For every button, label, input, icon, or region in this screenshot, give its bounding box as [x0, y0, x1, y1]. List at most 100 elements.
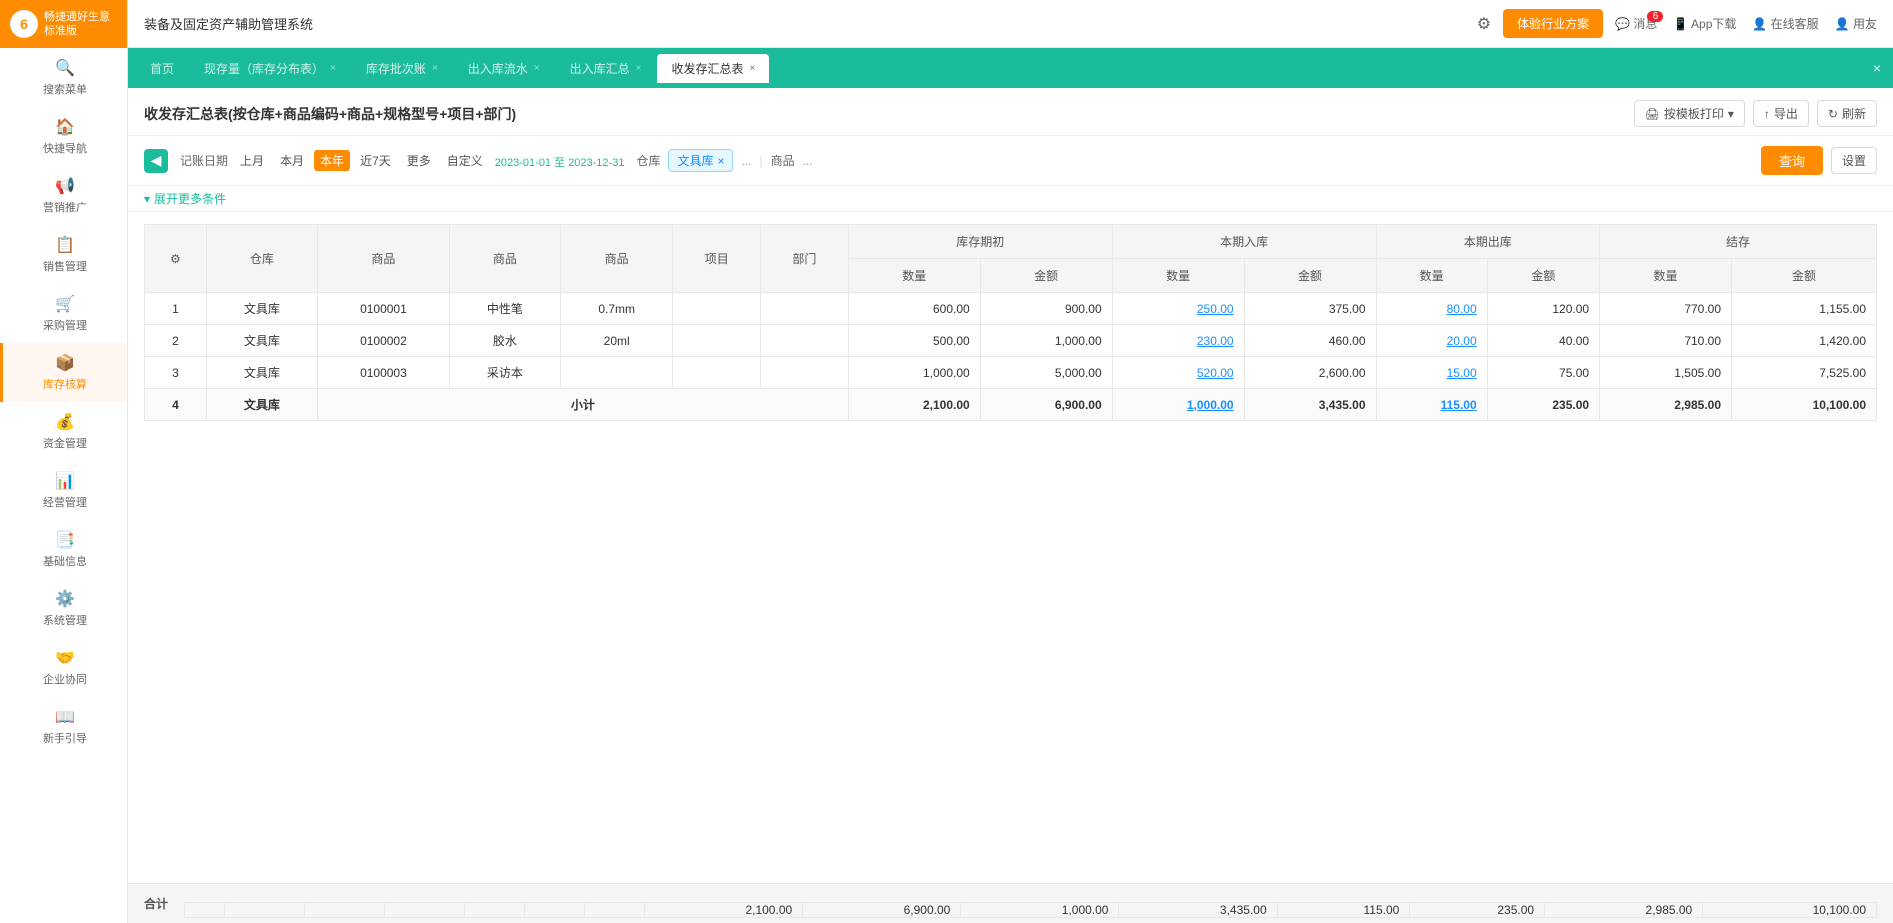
sidebar-item-operations[interactable]: 📊 经营管理 — [0, 461, 127, 520]
total-out-amt: 235.00 — [1410, 902, 1545, 917]
sidebar-label-inventory: 库存核算 — [43, 376, 87, 392]
sidebar-item-guide[interactable]: 📖 新手引导 — [0, 697, 127, 756]
date-btn-近7天[interactable]: 近7天 — [354, 150, 397, 171]
user-menu[interactable]: 👤 用友 — [1835, 15, 1877, 32]
subtotal-in-qty[interactable]: 1,000.00 — [1112, 389, 1244, 421]
messages-badge[interactable]: 💬 消息 6 — [1615, 15, 1657, 32]
date-btn-自定义[interactable]: 自定义 — [441, 150, 489, 171]
sidebar-label-sales: 销售管理 — [43, 258, 87, 274]
subtotal-warehouse: 文具库 — [206, 389, 317, 421]
header-actions: 🖨 按模板打印 ▾ ↑ 导出 ↻ 刷新 — [1634, 100, 1877, 127]
cell-warehouse: 文具库 — [206, 357, 317, 389]
sales-icon: 📋 — [55, 235, 75, 255]
table-row: 2 文具库 0100002 胶水 20ml 500.00 1,000.00 23… — [145, 325, 1877, 357]
subtotal-out-qty[interactable]: 115.00 — [1376, 389, 1487, 421]
tabbar-close-button[interactable]: × — [1869, 56, 1885, 80]
warehouse-tag-close[interactable]: × — [717, 154, 724, 168]
sidebar-item-system[interactable]: ⚙️ 系统管理 — [0, 579, 127, 638]
settings-icon[interactable]: ⚙ — [1477, 14, 1491, 34]
tab-close-inout-flow[interactable]: × — [534, 63, 540, 74]
refresh-button[interactable]: ↻ 刷新 — [1817, 100, 1877, 127]
tab-close-batch-ledger[interactable]: × — [432, 63, 438, 74]
sidebar-item-marketing[interactable]: 📢 营销推广 — [0, 166, 127, 225]
online-support[interactable]: 👤 在线客服 — [1752, 15, 1818, 32]
sidebar: 6 畅捷通好生意 标准版 🔍 搜索菜单 🏠 快捷导航 📢 营销推广 📋 销售管理… — [0, 0, 128, 923]
filter-right: 查询 设置 — [1761, 146, 1877, 175]
sidebar-item-sales[interactable]: 📋 销售管理 — [0, 225, 127, 284]
date-filter-group: 记账日期 上月本月本年近7天更多自定义 2023-01-01 至 2023-12… — [180, 150, 624, 171]
goods-more[interactable]: ... — [803, 154, 813, 168]
print-button[interactable]: 🖨 按模板打印 ▾ — [1634, 100, 1745, 127]
cell-in-qty[interactable]: 230.00 — [1112, 325, 1244, 357]
col-bal-amt: 金额 — [1732, 259, 1877, 293]
sidebar-item-search[interactable]: 🔍 搜索菜单 — [0, 48, 127, 107]
cell-out-qty[interactable]: 15.00 — [1376, 357, 1487, 389]
cell-bal-amt: 1,420.00 — [1732, 325, 1877, 357]
finance-icon: 💰 — [55, 412, 75, 432]
expand-button[interactable]: ▾ 展开更多条件 — [144, 190, 226, 207]
sidebar-item-purchase[interactable]: 🛒 采购管理 — [0, 284, 127, 343]
cell-no: 1 — [145, 293, 207, 325]
support-icon: 👤 — [1752, 17, 1767, 31]
sidebar-label-guide: 新手引导 — [43, 730, 87, 746]
col-settings[interactable]: ⚙ — [145, 225, 207, 293]
sidebar-item-finance[interactable]: 💰 资金管理 — [0, 402, 127, 461]
tab-close-inventory-dist[interactable]: × — [330, 63, 336, 74]
cell-out-qty[interactable]: 80.00 — [1376, 293, 1487, 325]
operations-icon: 📊 — [55, 471, 75, 491]
cell-in-qty[interactable]: 520.00 — [1112, 357, 1244, 389]
export-button[interactable]: ↑ 导出 — [1753, 100, 1809, 127]
tab-batch-ledger[interactable]: 库存批次账 × — [352, 54, 452, 83]
warehouse-tag[interactable]: 文具库 × — [668, 149, 733, 172]
total-table: 2,100.00 6,900.00 1,000.00 3,435.00 115.… — [184, 902, 1877, 918]
cell-in-amt: 2,600.00 — [1244, 357, 1376, 389]
cell-dept — [761, 357, 849, 389]
warehouse-more[interactable]: ... — [741, 154, 751, 168]
tab-inout-flow[interactable]: 出入库流水× — [454, 54, 554, 83]
col-name: 商品 — [449, 225, 560, 293]
sidebar-item-base[interactable]: 📑 基础信息 — [0, 520, 127, 579]
page-title: 收发存汇总表(按仓库+商品编码+商品+规格型号+项目+部门) — [144, 104, 516, 124]
filter-settings-button[interactable]: 设置 — [1831, 147, 1877, 174]
subtotal-bal-qty: 2,985.00 — [1600, 389, 1732, 421]
tab-label-batch-ledger: 库存批次账 — [366, 60, 426, 77]
cell-out-amt: 75.00 — [1487, 357, 1599, 389]
tab-recv-send-summary[interactable]: 收发存汇总表× — [657, 54, 769, 83]
cell-out-qty[interactable]: 20.00 — [1376, 325, 1487, 357]
tab-close-inout-summary[interactable]: × — [636, 63, 642, 74]
col-spec: 商品 — [560, 225, 672, 293]
subtotal-in-amt: 3,435.00 — [1244, 389, 1376, 421]
cell-in-qty[interactable]: 250.00 — [1112, 293, 1244, 325]
sidebar-item-quicknav[interactable]: 🏠 快捷导航 — [0, 107, 127, 166]
cell-spec: 0.7mm — [560, 293, 672, 325]
date-btn-上月[interactable]: 上月 — [234, 150, 270, 171]
tab-label-home: 首页 — [150, 60, 174, 77]
app-subtitle: 标准版 — [44, 24, 110, 38]
tab-home[interactable]: 首页 — [136, 54, 188, 83]
date-btn-更多[interactable]: 更多 — [401, 150, 437, 171]
query-button[interactable]: 查询 — [1761, 146, 1823, 175]
tab-inout-summary[interactable]: 出入库汇总× — [556, 54, 656, 83]
date-btn-本年[interactable]: 本年 — [314, 150, 350, 171]
col-open-qty: 数量 — [848, 259, 980, 293]
sidebar-item-collab[interactable]: 🤝 企业协同 — [0, 638, 127, 697]
date-btn-本月[interactable]: 本月 — [274, 150, 310, 171]
col-code: 商品 — [317, 225, 449, 293]
filter-toggle-button[interactable]: ◀ — [144, 149, 168, 173]
sidebar-label-system: 系统管理 — [43, 612, 87, 628]
subtotal-out-amt: 235.00 — [1487, 389, 1599, 421]
tab-inventory-dist[interactable]: 现存量（库存分布表）× — [190, 54, 350, 83]
topbar-actions: ⚙ 体验行业方案 — [1477, 9, 1603, 38]
cell-no: 3 — [145, 357, 207, 389]
cell-open-amt: 5,000.00 — [980, 357, 1112, 389]
sidebar-label-base: 基础信息 — [43, 553, 87, 569]
trial-button[interactable]: 体验行业方案 — [1503, 9, 1603, 38]
app-download[interactable]: 📱 App下载 — [1673, 15, 1736, 32]
sidebar-item-inventory[interactable]: 📦 库存核算 — [0, 343, 127, 402]
date-range: 2023-01-01 至 2023-12-31 — [495, 154, 625, 170]
subtotal-no: 4 — [145, 389, 207, 421]
col-bal-qty: 数量 — [1600, 259, 1732, 293]
table-container: ⚙ 仓库 商品 商品 商品 项目 部门 库存期初 本期入库 本期出库 结存 数量 — [128, 212, 1893, 883]
tab-close-recv-send-summary[interactable]: × — [749, 63, 755, 74]
cell-spec — [560, 357, 672, 389]
